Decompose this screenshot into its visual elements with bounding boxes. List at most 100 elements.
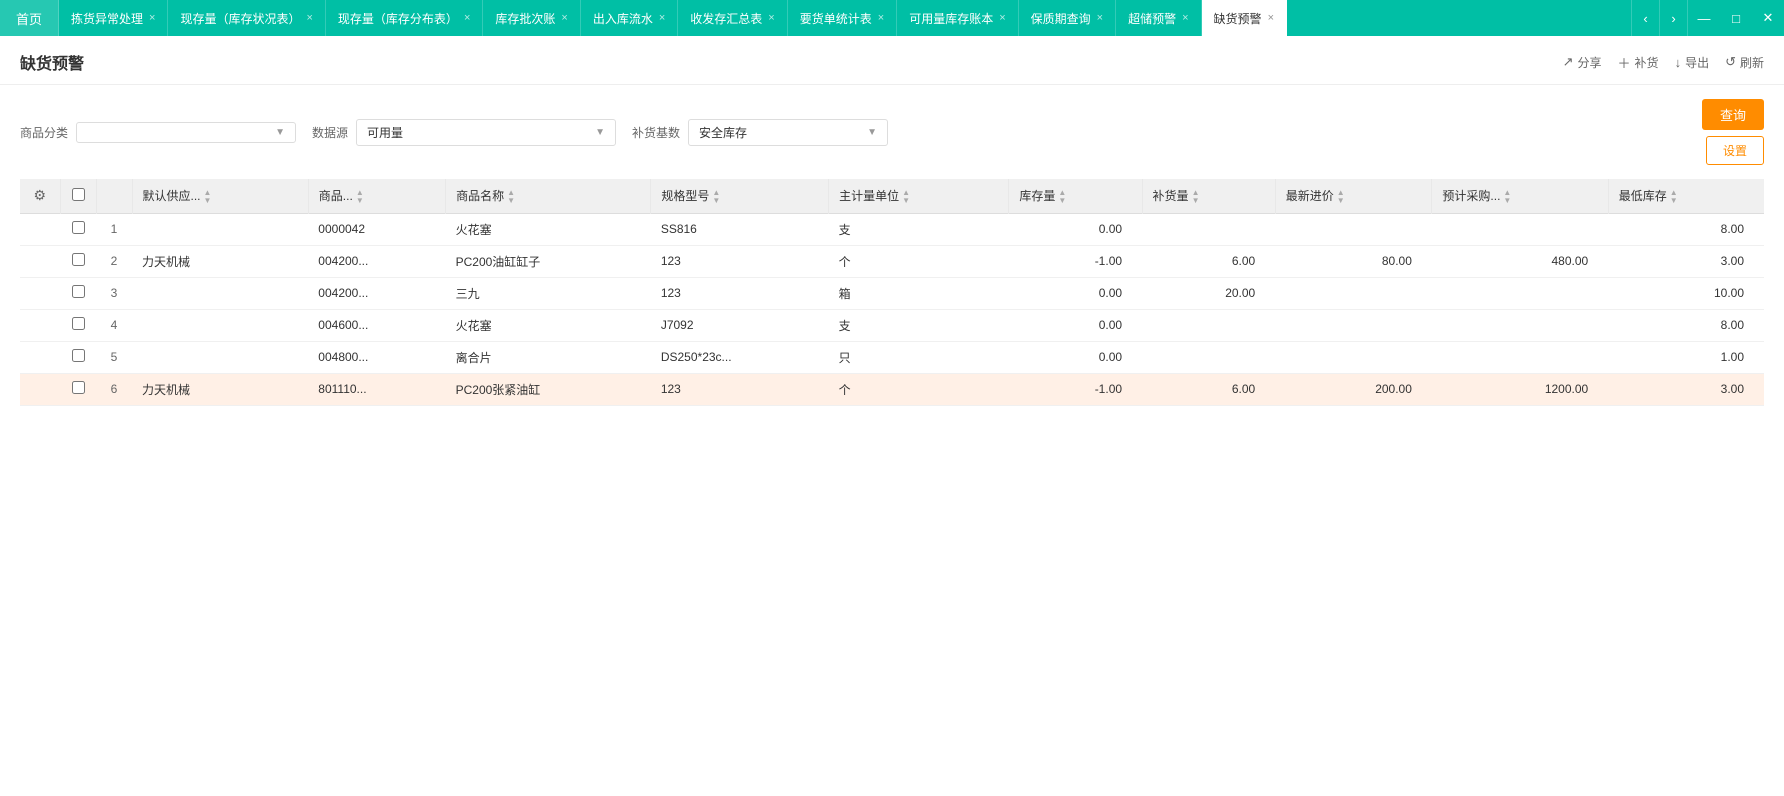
- nav-tab-close-expiry-query[interactable]: ×: [1097, 12, 1103, 24]
- maximize-button[interactable]: □: [1720, 0, 1752, 36]
- nav-tab-expiry-query[interactable]: 保质期查询×: [1019, 0, 1116, 36]
- col-header-min_stock[interactable]: 最低库存▲▼: [1608, 179, 1764, 213]
- row-4-latest_price: [1275, 309, 1432, 341]
- row-checkbox-3[interactable]: [72, 285, 85, 298]
- nav-tab-close-abnormal[interactable]: ×: [149, 12, 155, 24]
- nav-tab-overstock[interactable]: 超储预警 ×: [1116, 0, 1201, 36]
- col-label-unit: 主计量单位: [839, 189, 899, 203]
- col-header-product_name[interactable]: 商品名称▲▼: [446, 179, 651, 213]
- row-2-unit: 个: [829, 245, 1009, 277]
- select-all-checkbox[interactable]: [72, 188, 85, 201]
- nav-tab-inventory-dist[interactable]: 现存量（库存分布表）×: [326, 0, 483, 36]
- row-1-unit: 支: [829, 213, 1009, 245]
- row-1-estimated_purchase: [1432, 213, 1608, 245]
- datasource-value: 可用量: [367, 124, 403, 141]
- row-1-supplier: [132, 213, 308, 245]
- sort-icon-stock: ▲▼: [1058, 189, 1066, 205]
- datasource-label: 数据源: [312, 124, 348, 141]
- row-4-replenish: [1142, 309, 1275, 341]
- datasource-filter-group: 数据源 可用量 ▼: [312, 119, 616, 146]
- row-6-min_stock: 3.00: [1608, 373, 1764, 405]
- row-checkbox-1[interactable]: [72, 221, 85, 234]
- nav-tab-label-shortage: 缺货预警: [1214, 10, 1262, 27]
- nav-tab-close-inventory-dist[interactable]: ×: [464, 12, 470, 24]
- row-1-product_code: 0000042: [308, 213, 445, 245]
- nav-tab-inout-flow[interactable]: 出入库流水 ×: [581, 0, 678, 36]
- row-4-product_code: 004600...: [308, 309, 445, 341]
- row-check-cell-5: [60, 341, 96, 373]
- header-actions: ↗分享 ＋补货 ↓导出 ↺刷新: [1563, 53, 1764, 72]
- col-header-estimated_purchase[interactable]: 预计采购...▲▼: [1432, 179, 1608, 213]
- nav-tab-receive-summary[interactable]: 收发存汇总表×: [678, 0, 787, 36]
- row-4-supplier: [132, 309, 308, 341]
- table-row: 3004200...三九123箱0.0020.0010.00: [20, 277, 1764, 309]
- category-select[interactable]: ▼: [76, 122, 296, 143]
- col-header-spec[interactable]: 规格型号▲▼: [651, 179, 829, 213]
- sort-icon-estimated_purchase: ▲▼: [1503, 189, 1511, 205]
- nav-tab-available-ledger[interactable]: 可用量库存账本×: [897, 0, 1018, 36]
- settings-button[interactable]: 设置: [1706, 136, 1764, 165]
- nav-next-arrow[interactable]: ›: [1659, 0, 1687, 36]
- row-6-product_code: 801110...: [308, 373, 445, 405]
- table-settings-gear-icon[interactable]: ⚙: [33, 187, 46, 204]
- nav-tab-label-overstock: 超储预警: [1128, 10, 1176, 27]
- replenish-basis-label: 补货基数: [632, 124, 680, 141]
- row-checkbox-5[interactable]: [72, 349, 85, 362]
- nav-tab-close-overstock[interactable]: ×: [1182, 12, 1188, 24]
- nav-tab-label-home: 首页: [16, 9, 42, 28]
- col-header-latest_price[interactable]: 最新进价▲▼: [1275, 179, 1432, 213]
- replenish-action-button[interactable]: ＋补货: [1618, 53, 1659, 72]
- nav-tab-shortage[interactable]: 缺货预警 ×: [1202, 0, 1287, 36]
- nav-tab-batch-account[interactable]: 库存批次账×: [483, 0, 580, 36]
- filter-right-actions: 查询 设置: [1702, 99, 1764, 165]
- col-label-spec: 规格型号: [661, 189, 709, 203]
- col-label-replenish: 补货量: [1153, 189, 1189, 203]
- minimize-button[interactable]: —: [1688, 0, 1720, 36]
- table-row: 4004600...火花塞J7092支0.008.00: [20, 309, 1764, 341]
- export-action-button[interactable]: ↓导出: [1675, 54, 1710, 71]
- category-dropdown-arrow: ▼: [275, 127, 285, 138]
- nav-tab-close-inventory-status[interactable]: ×: [306, 12, 312, 24]
- nav-tab-close-available-ledger[interactable]: ×: [999, 12, 1005, 24]
- row-6-unit: 个: [829, 373, 1009, 405]
- datasource-select[interactable]: 可用量 ▼: [356, 119, 616, 146]
- share-action-button[interactable]: ↗分享: [1563, 54, 1602, 71]
- nav-tab-home[interactable]: 首页: [0, 0, 59, 36]
- replenish-action-label: 补货: [1635, 54, 1659, 71]
- row-6-stock: -1.00: [1009, 373, 1142, 405]
- nav-tab-close-inout-flow[interactable]: ×: [659, 12, 665, 24]
- share-action-label: 分享: [1578, 54, 1602, 71]
- row-gear-cell-3: [20, 277, 60, 309]
- replenish-basis-select[interactable]: 安全库存 ▼: [688, 119, 888, 146]
- row-checkbox-6[interactable]: [72, 381, 85, 394]
- row-5-unit: 只: [829, 341, 1009, 373]
- col-header-unit[interactable]: 主计量单位▲▼: [829, 179, 1009, 213]
- nav-tab-close-batch-account[interactable]: ×: [561, 12, 567, 24]
- export-action-label: 导出: [1685, 54, 1709, 71]
- row-3-stock: 0.00: [1009, 277, 1142, 309]
- col-label-product_code: 商品...: [319, 189, 353, 203]
- nav-tab-label-inout-flow: 出入库流水: [593, 10, 653, 27]
- close-window-button[interactable]: ✕: [1752, 0, 1784, 36]
- row-6-supplier: 力天机械: [132, 373, 308, 405]
- row-5-replenish: [1142, 341, 1275, 373]
- nav-prev-arrow[interactable]: ‹: [1631, 0, 1659, 36]
- row-3-product_name: 三九: [446, 277, 651, 309]
- refresh-action-button[interactable]: ↺刷新: [1725, 54, 1764, 71]
- sort-icon-spec: ▲▼: [712, 189, 720, 205]
- row-6-product_name: PC200张紧油缸: [446, 373, 651, 405]
- nav-tab-inventory-status[interactable]: 现存量（库存状况表）×: [168, 0, 325, 36]
- nav-tab-close-receive-summary[interactable]: ×: [768, 12, 774, 24]
- nav-tab-close-requisition-stat[interactable]: ×: [878, 12, 884, 24]
- table-header: ⚙默认供应...▲▼商品...▲▼商品名称▲▼规格型号▲▼主计量单位▲▼库存量▲…: [20, 179, 1764, 213]
- row-checkbox-4[interactable]: [72, 317, 85, 330]
- query-button[interactable]: 查询: [1702, 99, 1764, 130]
- nav-tab-abnormal[interactable]: 拣货异常处理×: [59, 0, 168, 36]
- nav-tab-requisition-stat[interactable]: 要货单统计表×: [788, 0, 897, 36]
- nav-tab-close-shortage[interactable]: ×: [1268, 12, 1274, 24]
- row-checkbox-2[interactable]: [72, 253, 85, 266]
- col-header-product_code[interactable]: 商品...▲▼: [308, 179, 445, 213]
- col-header-stock[interactable]: 库存量▲▼: [1009, 179, 1142, 213]
- col-header-replenish[interactable]: 补货量▲▼: [1142, 179, 1275, 213]
- col-header-supplier[interactable]: 默认供应...▲▼: [132, 179, 308, 213]
